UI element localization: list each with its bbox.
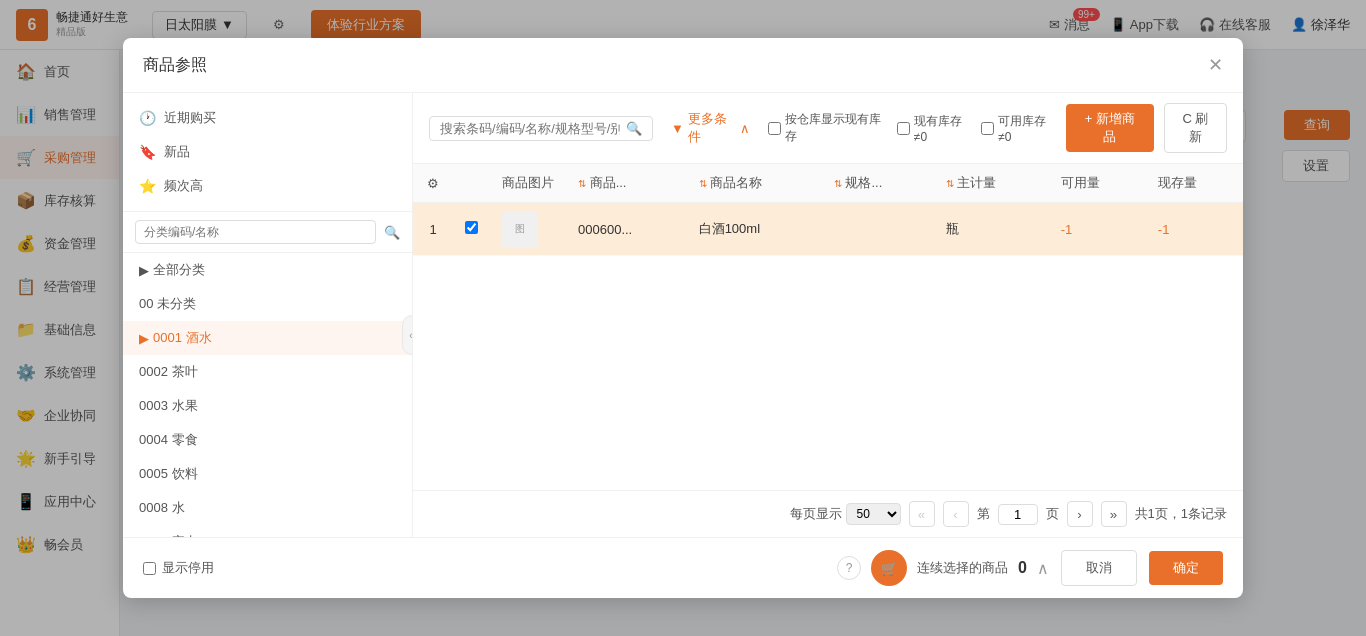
sort-name-icon: ⇅: [699, 178, 707, 189]
table-header-settings: ⚙: [413, 164, 453, 203]
cart-section: ? 🛒 连续选择的商品 0 ∧: [837, 550, 1049, 586]
table-header-row: ⚙ 商品图片 ⇅ 商品... ⇅: [413, 164, 1243, 203]
modal-left-nav: 🕐 近期购买 🔖 新品 ⭐ 频次高: [123, 93, 412, 212]
table-header-check: [453, 164, 490, 203]
recent-purchase-nav[interactable]: 🕐 近期购买: [123, 101, 412, 135]
more-filter-button[interactable]: ▼ 更多条件 ∧: [663, 106, 758, 150]
category-snacks[interactable]: 0004 零食: [123, 423, 412, 457]
modal-right-panel: 🔍 ▼ 更多条件 ∧ 按仓库显示现有库存 现有库存≠0: [413, 93, 1243, 537]
confirm-button[interactable]: 确定: [1149, 551, 1223, 585]
show-disabled-checkbox[interactable]: [143, 562, 156, 575]
filter-available-nonzero-checkbox[interactable]: [981, 122, 994, 135]
page-number-input[interactable]: [998, 504, 1038, 525]
modal-toolbar: 🔍 ▼ 更多条件 ∧ 按仓库显示现有库存 现有库存≠0: [413, 93, 1243, 164]
expand-icon: ▶: [139, 263, 149, 278]
table-header-name[interactable]: ⇅ 商品名称: [687, 164, 822, 203]
first-page-button[interactable]: «: [909, 501, 935, 527]
modal-left-panel: 🕐 近期购买 🔖 新品 ⭐ 频次高 « 🔍: [123, 93, 413, 537]
per-page-selector: 每页显示 10 20 50 100: [790, 503, 901, 525]
sort-unit-icon: ⇅: [946, 178, 954, 189]
filter-available-nonzero[interactable]: 可用库存≠0: [981, 113, 1055, 144]
row-num: 1: [413, 203, 453, 256]
modal-pagination: 每页显示 10 20 50 100 « ‹ 第 页 › »: [413, 490, 1243, 537]
category-water[interactable]: 0008 水: [123, 491, 412, 525]
filter-warehouse-stock[interactable]: 按仓库显示现有库存: [768, 111, 887, 145]
table-header-image: 商品图片: [490, 164, 566, 203]
row-available: -1: [1049, 203, 1146, 256]
row-code: 000600...: [566, 203, 687, 256]
table-header-available: 可用量: [1049, 164, 1146, 203]
product-table-container: ⚙ 商品图片 ⇅ 商品... ⇅: [413, 164, 1243, 490]
row-unit: 瓶: [934, 203, 1049, 256]
new-icon: 🔖: [139, 144, 156, 160]
modal-footer: 显示停用 ? 🛒 连续选择的商品 0 ∧ 取消 确定: [123, 537, 1243, 598]
total-info: 共1页，1条记录: [1135, 505, 1227, 523]
product-table: ⚙ 商品图片 ⇅ 商品... ⇅: [413, 164, 1243, 256]
product-search-box: 🔍: [429, 116, 653, 141]
category-drinks[interactable]: 0005 饮料: [123, 457, 412, 491]
category-list: ▶ 全部分类 00 未分类 ▶ 0001 酒水 0002 茶叶 0003 水果: [123, 253, 412, 537]
sort-spec-icon: ⇅: [834, 178, 842, 189]
clock-icon: 🕐: [139, 110, 156, 126]
sort-code-icon: ⇅: [578, 178, 586, 189]
per-page-select-input[interactable]: 10 20 50 100: [846, 503, 901, 525]
table-header-unit[interactable]: ⇅ 主计量: [934, 164, 1049, 203]
table-header-spec[interactable]: ⇅ 规格...: [822, 164, 934, 203]
collapse-cart-button[interactable]: ∧: [1037, 559, 1049, 578]
active-arrow-icon: ▶: [139, 331, 149, 346]
filter-icon: ▼: [671, 121, 684, 136]
cancel-button[interactable]: 取消: [1061, 550, 1137, 586]
table-header-stock: 现存量: [1146, 164, 1243, 203]
modal-close-button[interactable]: ✕: [1208, 54, 1223, 76]
show-disabled-checkbox-label[interactable]: 显示停用: [143, 559, 214, 577]
row-spec: [822, 203, 934, 256]
modal-header: 商品参照 ✕: [123, 38, 1243, 93]
modal-body: 🕐 近期购买 🔖 新品 ⭐ 频次高 « 🔍: [123, 93, 1243, 537]
search-icon[interactable]: 🔍: [626, 121, 642, 136]
row-name: 白酒100ml: [687, 203, 822, 256]
cart-icon: 🛒: [871, 550, 907, 586]
modal-overlay: 商品参照 ✕ 🕐 近期购买 🔖 新品 ⭐ 频次高: [0, 0, 1366, 636]
category-all[interactable]: ▶ 全部分类: [123, 253, 412, 287]
page-unit-label: 页: [1046, 505, 1059, 523]
page-label: 第: [977, 505, 990, 523]
table-header-code[interactable]: ⇅ 商品...: [566, 164, 687, 203]
filter-warehouse-checkbox[interactable]: [768, 122, 781, 135]
search-icon[interactable]: 🔍: [384, 225, 400, 240]
prev-page-button[interactable]: ‹: [943, 501, 969, 527]
category-appliances[interactable]: 0010 家电: [123, 525, 412, 537]
category-search: 🔍: [123, 212, 412, 253]
new-product-nav[interactable]: 🔖 新品: [123, 135, 412, 169]
category-search-input[interactable]: [135, 220, 376, 244]
row-stock: -1: [1146, 203, 1243, 256]
refresh-product-button[interactable]: C 刷新: [1164, 103, 1227, 153]
high-frequency-nav[interactable]: ⭐ 频次高: [123, 169, 412, 203]
add-product-button[interactable]: + 新增商品: [1066, 104, 1154, 152]
last-page-button[interactable]: »: [1101, 501, 1127, 527]
filter-stock-nonzero[interactable]: 现有库存≠0: [897, 113, 971, 144]
collapse-left-panel-button[interactable]: «: [402, 315, 413, 355]
help-icon[interactable]: ?: [837, 556, 861, 580]
category-uncategorized[interactable]: 00 未分类: [123, 287, 412, 321]
filter-stock-nonzero-checkbox[interactable]: [897, 122, 910, 135]
row-checkbox[interactable]: [465, 221, 478, 234]
product-thumbnail: 图: [502, 211, 538, 247]
category-alcohol[interactable]: ▶ 0001 酒水: [123, 321, 412, 355]
product-reference-modal: 商品参照 ✕ 🕐 近期购买 🔖 新品 ⭐ 频次高: [123, 38, 1243, 598]
table-row[interactable]: 1 图 000600... 白酒100ml 瓶: [413, 203, 1243, 256]
chevron-up-icon: ∧: [740, 121, 750, 136]
row-image-cell: 图: [490, 203, 566, 256]
category-tea[interactable]: 0002 茶叶: [123, 355, 412, 389]
next-page-button[interactable]: ›: [1067, 501, 1093, 527]
category-fruit[interactable]: 0003 水果: [123, 389, 412, 423]
row-checkbox-cell[interactable]: [453, 203, 490, 256]
modal-title: 商品参照: [143, 55, 207, 76]
star-icon: ⭐: [139, 178, 156, 194]
product-search-input[interactable]: [440, 121, 620, 136]
